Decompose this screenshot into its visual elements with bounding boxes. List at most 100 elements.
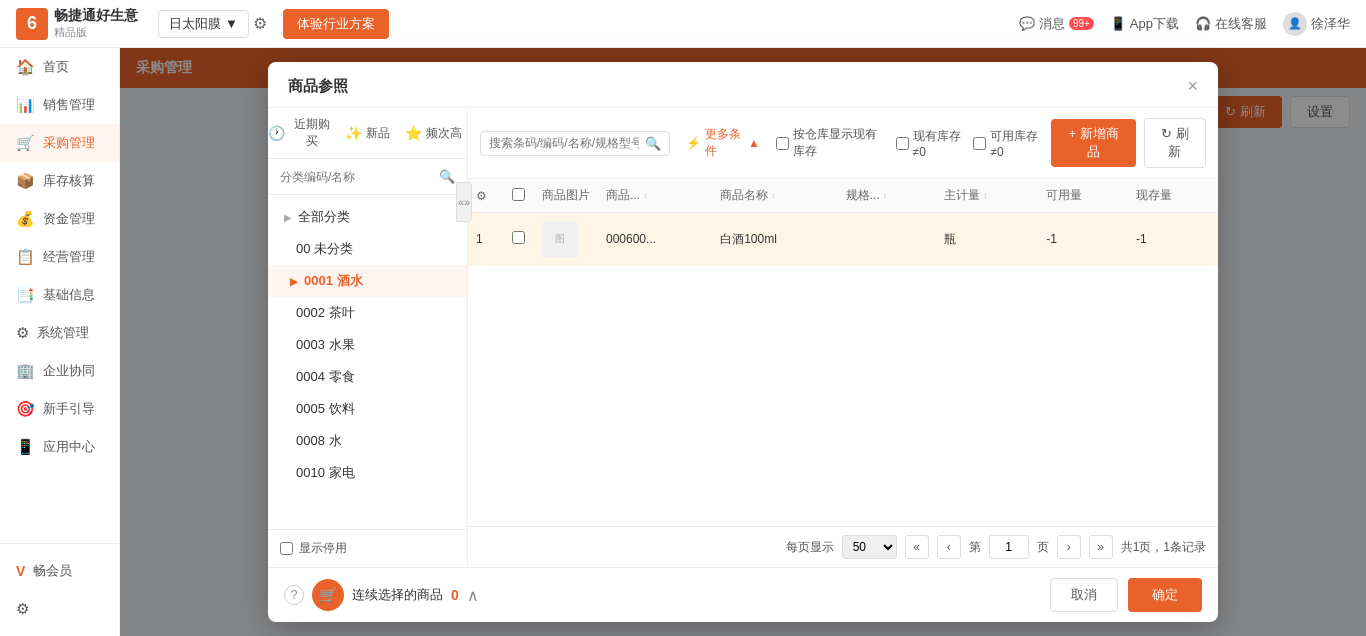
table-settings-icon[interactable]: ⚙ bbox=[476, 189, 487, 203]
cat-item-all-label: 全部分类 bbox=[298, 208, 350, 226]
cat-item-beverage[interactable]: 0005 饮料 bbox=[268, 393, 467, 425]
help-icon[interactable]: ? bbox=[284, 585, 304, 605]
cat-item-unclassified[interactable]: 00 未分类 bbox=[268, 233, 467, 265]
spec-sort[interactable]: 规格... ↕ bbox=[846, 187, 929, 204]
by-warehouse-checkbox[interactable] bbox=[776, 137, 789, 150]
panel-collapse-button[interactable]: «» bbox=[456, 182, 472, 222]
sidebar-label-enterprise: 企业协同 bbox=[43, 362, 95, 380]
cat-item-water[interactable]: 0008 水 bbox=[268, 425, 467, 457]
footer-collapse-button[interactable]: ∧ bbox=[467, 586, 479, 605]
category-search-icon[interactable]: 🔍 bbox=[439, 169, 455, 184]
image-col-header: 商品图片 bbox=[534, 179, 598, 213]
sidebar-item-inventory[interactable]: 📦 库存核算 bbox=[0, 162, 119, 200]
code-sort[interactable]: 商品... ↕ bbox=[606, 187, 704, 204]
messages-button[interactable]: 💬 消息 99+ bbox=[1019, 15, 1094, 33]
image-col-label: 商品图片 bbox=[542, 188, 590, 202]
name-sort[interactable]: 商品名称 ↕ bbox=[720, 187, 830, 204]
page-suffix-label: 页 bbox=[1037, 539, 1049, 556]
unit-sort-icon: ↕ bbox=[983, 192, 987, 200]
check-usable-stock[interactable]: 可用库存≠0 bbox=[973, 128, 1043, 159]
spec-col-header[interactable]: 规格... ↕ bbox=[838, 179, 937, 213]
per-page-select[interactable]: 50 10 20 100 bbox=[842, 535, 897, 559]
cart-button[interactable]: 🛒 bbox=[312, 579, 344, 611]
new-product-button[interactable]: + 新增商品 bbox=[1051, 119, 1135, 167]
sidebar-item-appcenter[interactable]: 📱 应用中心 bbox=[0, 428, 119, 466]
cat-tab-frequent-label: 频次高 bbox=[426, 125, 462, 142]
last-page-button[interactable]: » bbox=[1089, 535, 1113, 559]
cat-tab-frequent[interactable]: ⭐ 频次高 bbox=[401, 108, 467, 158]
cancel-button[interactable]: 取消 bbox=[1050, 578, 1118, 612]
selected-count: 0 bbox=[451, 587, 459, 603]
cat-item-fruit-label: 0003 水果 bbox=[296, 336, 355, 354]
cat-tab-new-label: 新品 bbox=[366, 125, 390, 142]
page-number-input[interactable] bbox=[989, 535, 1029, 559]
stock-col-label: 现存量 bbox=[1136, 188, 1172, 202]
prev-page-button[interactable]: ‹ bbox=[937, 535, 961, 559]
sidebar-item-operations[interactable]: 📋 经营管理 bbox=[0, 238, 119, 276]
cat-item-all[interactable]: ▶ 全部分类 bbox=[268, 201, 467, 233]
sidebar-item-sales[interactable]: 📊 销售管理 bbox=[0, 86, 119, 124]
star-icon: ⭐ bbox=[405, 125, 422, 141]
cat-item-fruit[interactable]: 0003 水果 bbox=[268, 329, 467, 361]
cat-tab-recent[interactable]: 🕐 近期购买 bbox=[268, 108, 334, 158]
top-nav: 6 畅捷通好生意 精品版 日太阳膜 ▼ ⚙ 体验行业方案 💬 消息 99+ 📱 … bbox=[0, 0, 1366, 48]
sidebar-item-purchase[interactable]: 🛒 采购管理 bbox=[0, 124, 119, 162]
inventory-icon: 📦 bbox=[16, 172, 35, 190]
row-available-cell: -1 bbox=[1038, 213, 1128, 266]
footer-right: 取消 确定 bbox=[1050, 578, 1202, 612]
unit-col-label: 主计量 bbox=[944, 187, 980, 204]
unit-col-header[interactable]: 主计量 ↕ bbox=[936, 179, 1038, 213]
sidebar-item-settings-bottom[interactable]: ⚙ bbox=[0, 590, 119, 628]
cat-item-snack[interactable]: 0004 零食 bbox=[268, 361, 467, 393]
app-download-button[interactable]: 📱 App下载 bbox=[1110, 15, 1179, 33]
dialog-close-button[interactable]: × bbox=[1187, 76, 1198, 97]
online-service-button[interactable]: 🎧 在线客服 bbox=[1195, 15, 1267, 33]
cat-item-water-label: 0008 水 bbox=[296, 432, 342, 450]
settings-button[interactable]: ⚙ bbox=[249, 10, 271, 37]
sidebar-item-enterprise[interactable]: 🏢 企业协同 bbox=[0, 352, 119, 390]
select-all-checkbox[interactable] bbox=[512, 188, 525, 201]
cat-tab-new[interactable]: ✨ 新品 bbox=[334, 108, 400, 158]
cat-item-appliance[interactable]: 0010 家电 bbox=[268, 457, 467, 489]
home-icon: 🏠 bbox=[16, 58, 35, 76]
finance-icon: 💰 bbox=[16, 210, 35, 228]
cat-item-liquor[interactable]: ▶ 0001 酒水 bbox=[268, 265, 467, 297]
sidebar-item-finance[interactable]: 💰 资金管理 bbox=[0, 200, 119, 238]
category-list: ▶ 全部分类 00 未分类 ▶ 0001 酒水 0002 茶叶 bbox=[268, 195, 467, 529]
sidebar-item-basics[interactable]: 📑 基础信息 bbox=[0, 276, 119, 314]
new-icon: ✨ bbox=[345, 125, 362, 141]
experience-button[interactable]: 体验行业方案 bbox=[283, 9, 389, 39]
show-disabled-checkbox[interactable] bbox=[280, 542, 293, 555]
product-search-input[interactable] bbox=[489, 136, 639, 150]
sidebar-item-member[interactable]: V 畅会员 bbox=[0, 552, 119, 590]
cat-item-tea[interactable]: 0002 茶叶 bbox=[268, 297, 467, 329]
refresh-product-button[interactable]: ↻ 刷新 bbox=[1144, 118, 1206, 168]
message-label: 消息 bbox=[1039, 15, 1065, 33]
table-row[interactable]: 1 图 000600... bbox=[468, 213, 1218, 266]
row-checkbox[interactable] bbox=[512, 231, 525, 244]
code-col-header[interactable]: 商品... ↕ bbox=[598, 179, 712, 213]
category-search-input[interactable] bbox=[280, 170, 433, 184]
unit-sort[interactable]: 主计量 ↕ bbox=[944, 187, 1030, 204]
search-icon[interactable]: 🔍 bbox=[645, 136, 661, 151]
usable-stock-checkbox[interactable] bbox=[973, 137, 986, 150]
checkbox-col-header bbox=[504, 179, 534, 213]
check-existing-stock[interactable]: 现有库存≠0 bbox=[896, 128, 966, 159]
name-col-header[interactable]: 商品名称 ↕ bbox=[712, 179, 838, 213]
nav-selector[interactable]: 日太阳膜 ▼ bbox=[158, 10, 249, 38]
sidebar-label-finance: 资金管理 bbox=[43, 210, 95, 228]
sidebar-item-guide[interactable]: 🎯 新手引导 bbox=[0, 390, 119, 428]
sidebar-item-system[interactable]: ⚙ 系统管理 bbox=[0, 314, 119, 352]
check-by-warehouse[interactable]: 按仓库显示现有库存 bbox=[776, 126, 888, 160]
existing-stock-checkbox[interactable] bbox=[896, 137, 909, 150]
stock-col-header: 现存量 bbox=[1128, 179, 1218, 213]
footer-left: ? 🛒 连续选择的商品 0 ∧ bbox=[284, 579, 479, 611]
dialog-title: 商品参照 bbox=[288, 77, 348, 96]
next-page-button[interactable]: › bbox=[1057, 535, 1081, 559]
first-page-button[interactable]: « bbox=[905, 535, 929, 559]
product-image: 图 bbox=[542, 221, 578, 257]
sidebar-item-home[interactable]: 🏠 首页 bbox=[0, 48, 119, 86]
user-profile[interactable]: 👤 徐泽华 bbox=[1283, 12, 1350, 36]
confirm-button[interactable]: 确定 bbox=[1128, 578, 1202, 612]
filter-more-button[interactable]: ⚡ 更多条件 ▲ bbox=[678, 122, 768, 164]
